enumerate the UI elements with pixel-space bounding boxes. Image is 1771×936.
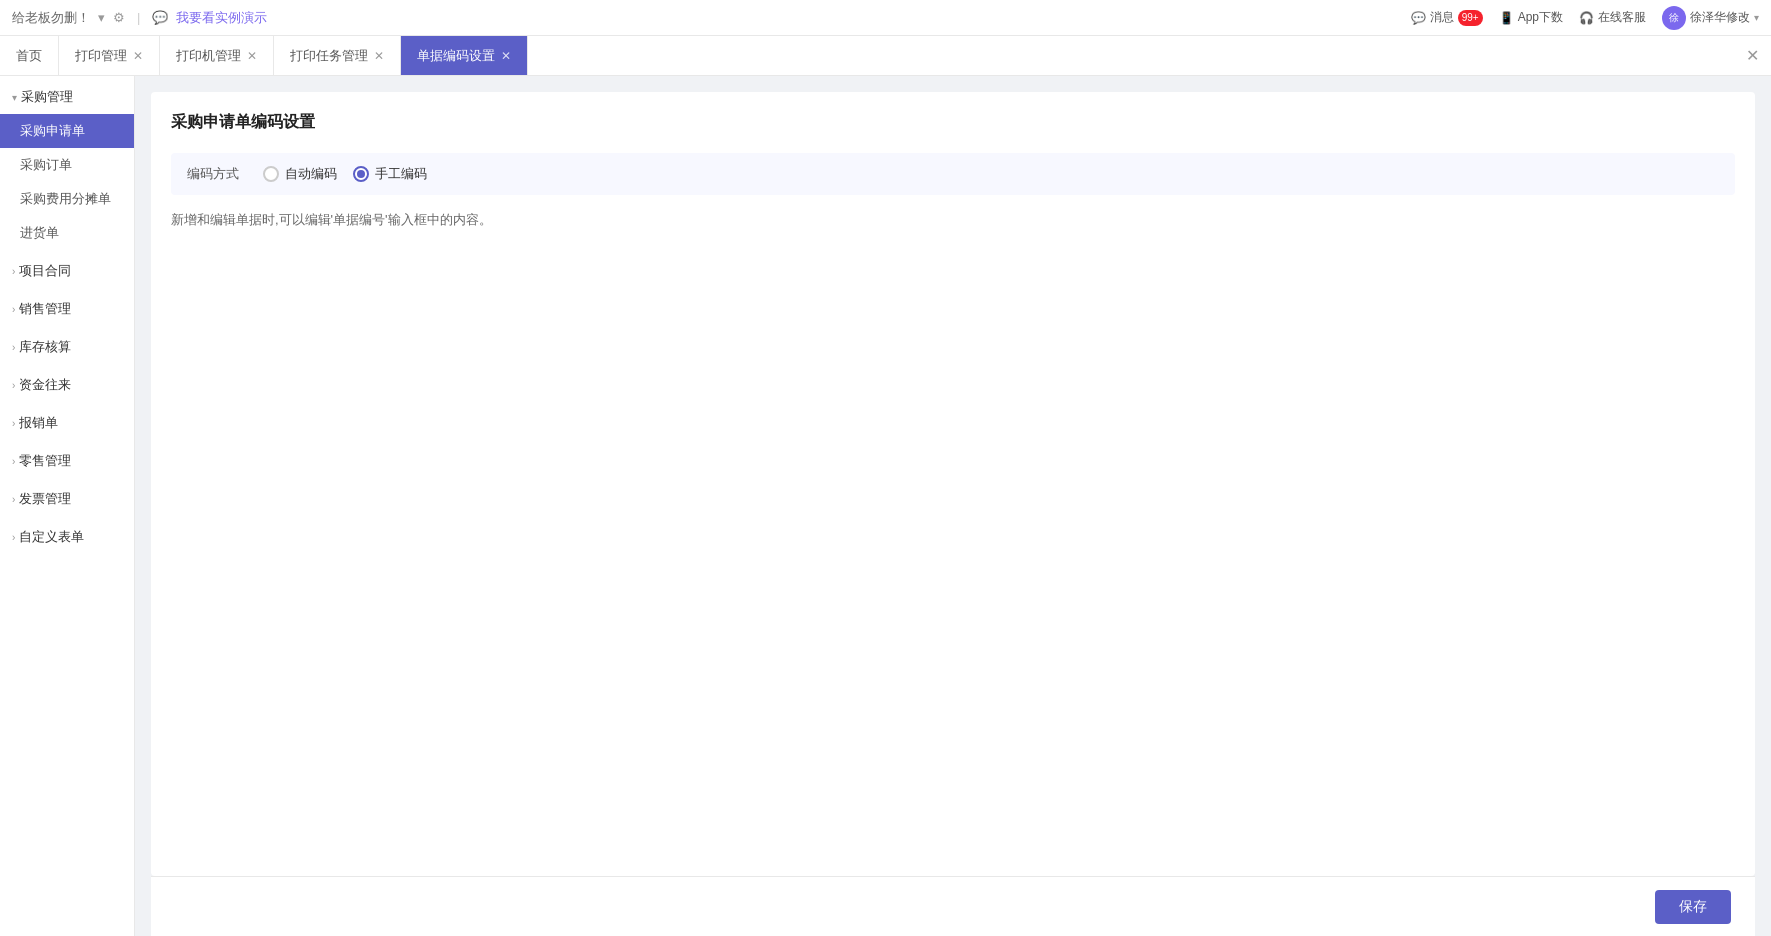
arrow-right-icon-inventory: ›	[12, 342, 15, 353]
sidebar-group-returns: › 报销单	[0, 406, 134, 440]
arrow-right-icon-retail: ›	[12, 456, 15, 467]
sidebar-group-title-funds[interactable]: › 资金往来	[0, 368, 134, 402]
arrow-right-icon-returns: ›	[12, 418, 15, 429]
top-bar: 给老板勿删！ ▾ ⚙ | 💬 我要看实例演示 💬 消息 99+ 📱 App下数 …	[0, 0, 1771, 36]
tab-close-printer-mgmt[interactable]: ✕	[247, 50, 257, 62]
encoding-label: 编码方式	[187, 165, 239, 183]
sidebar-item-purchase-expense[interactable]: 采购费用分摊单	[0, 182, 134, 216]
radio-manual-icon	[353, 166, 369, 182]
top-bar-left: 给老板勿删！ ▾ ⚙ | 💬 我要看实例演示	[12, 9, 267, 27]
sidebar-group-title-custom-form[interactable]: › 自定义表单	[0, 520, 134, 554]
sidebar-item-purchase-request[interactable]: 采购申请单	[0, 114, 134, 148]
sidebar-group-title-project[interactable]: › 项目合同	[0, 254, 134, 288]
sidebar-group-purchase: ▾ 采购管理 采购申请单 采购订单 采购费用分摊单 进货单	[0, 80, 134, 250]
sidebar: ▾ 采购管理 采购申请单 采购订单 采购费用分摊单 进货单 › 项目合同	[0, 76, 135, 936]
user-dropdown-icon: ▾	[1754, 12, 1759, 23]
arrow-right-icon-project: ›	[12, 266, 15, 277]
save-button[interactable]: 保存	[1655, 890, 1731, 924]
radio-manual-code[interactable]: 手工编码	[353, 165, 427, 183]
tab-bar-close-all[interactable]: ✕	[1734, 36, 1771, 75]
service-icon: 🎧	[1579, 11, 1594, 25]
radio-group: 自动编码 手工编码	[263, 165, 427, 183]
sidebar-group-inventory: › 库存核算	[0, 330, 134, 364]
online-service-item[interactable]: 🎧 在线客服	[1579, 9, 1646, 26]
sidebar-group-project: › 项目合同	[0, 254, 134, 288]
demo-icon: 💬	[152, 10, 168, 25]
message-item[interactable]: 💬 消息 99+	[1411, 9, 1483, 26]
sidebar-group-title-retail[interactable]: › 零售管理	[0, 444, 134, 478]
hint-text: 新增和编辑单据时,可以编辑'单据编号'输入框中的内容。	[171, 211, 1735, 229]
page-title: 采购申请单编码设置	[171, 112, 1735, 133]
sidebar-group-title-sales[interactable]: › 销售管理	[0, 292, 134, 326]
sidebar-group-retail: › 零售管理	[0, 444, 134, 478]
arrow-right-icon-custom-form: ›	[12, 532, 15, 543]
arrow-right-icon-invoice: ›	[12, 494, 15, 505]
tab-printer-mgmt[interactable]: 打印机管理 ✕	[160, 36, 274, 75]
tab-bar: 首页 打印管理 ✕ 打印机管理 ✕ 打印任务管理 ✕ 单据编码设置 ✕ ✕	[0, 36, 1771, 76]
sidebar-group-custom-form: › 自定义表单	[0, 520, 134, 554]
content-area: 采购申请单编码设置 编码方式 自动编码 手工编码 新增和编辑单据时,可以编辑'单…	[135, 76, 1771, 936]
brand-text: 给老板勿删！	[12, 9, 90, 27]
tab-close-doc-code[interactable]: ✕	[501, 50, 511, 62]
tab-print-task[interactable]: 打印任务管理 ✕	[274, 36, 401, 75]
user-name: 徐泽华修改	[1690, 9, 1750, 26]
encoding-row: 编码方式 自动编码 手工编码	[171, 153, 1735, 195]
radio-auto-code[interactable]: 自动编码	[263, 165, 337, 183]
sidebar-item-inbound[interactable]: 进货单	[0, 216, 134, 250]
content-inner: 采购申请单编码设置 编码方式 自动编码 手工编码 新增和编辑单据时,可以编辑'单…	[151, 92, 1755, 876]
manual-code-label: 手工编码	[375, 165, 427, 183]
footer-bar: 保存	[151, 876, 1755, 936]
sidebar-group-title-purchase[interactable]: ▾ 采购管理	[0, 80, 134, 114]
sidebar-group-title-returns[interactable]: › 报销单	[0, 406, 134, 440]
tab-print-mgmt[interactable]: 打印管理 ✕	[59, 36, 160, 75]
tab-close-print-task[interactable]: ✕	[374, 50, 384, 62]
demo-text[interactable]: 我要看实例演示	[176, 9, 267, 27]
sidebar-group-funds: › 资金往来	[0, 368, 134, 402]
arrow-right-icon-funds: ›	[12, 380, 15, 391]
auto-code-label: 自动编码	[285, 165, 337, 183]
arrow-down-icon: ▾	[12, 92, 17, 103]
app-download-item[interactable]: 📱 App下数	[1499, 9, 1563, 26]
message-label: 消息	[1430, 9, 1454, 26]
dropdown-icon[interactable]: ▾	[98, 10, 105, 25]
tab-home[interactable]: 首页	[0, 36, 59, 75]
settings-icon[interactable]: ⚙	[113, 10, 125, 25]
online-service-label: 在线客服	[1598, 9, 1646, 26]
sidebar-group-invoice: › 发票管理	[0, 482, 134, 516]
sidebar-group-title-invoice[interactable]: › 发票管理	[0, 482, 134, 516]
msg-icon: 💬	[1411, 11, 1426, 25]
tab-close-print-mgmt[interactable]: ✕	[133, 50, 143, 62]
sidebar-group-sales: › 销售管理	[0, 292, 134, 326]
user-profile[interactable]: 徐 徐泽华修改 ▾	[1662, 6, 1759, 30]
app-icon: 📱	[1499, 11, 1514, 25]
top-bar-right: 💬 消息 99+ 📱 App下数 🎧 在线客服 徐 徐泽华修改 ▾	[1411, 6, 1759, 30]
sidebar-group-title-inventory[interactable]: › 库存核算	[0, 330, 134, 364]
avatar: 徐	[1662, 6, 1686, 30]
app-download-label: App下数	[1518, 9, 1563, 26]
arrow-right-icon-sales: ›	[12, 304, 15, 315]
message-badge: 99+	[1458, 10, 1483, 26]
radio-auto-icon	[263, 166, 279, 182]
tab-doc-code[interactable]: 单据编码设置 ✕	[401, 36, 528, 75]
main-layout: ▾ 采购管理 采购申请单 采购订单 采购费用分摊单 进货单 › 项目合同	[0, 76, 1771, 936]
sidebar-item-purchase-order[interactable]: 采购订单	[0, 148, 134, 182]
